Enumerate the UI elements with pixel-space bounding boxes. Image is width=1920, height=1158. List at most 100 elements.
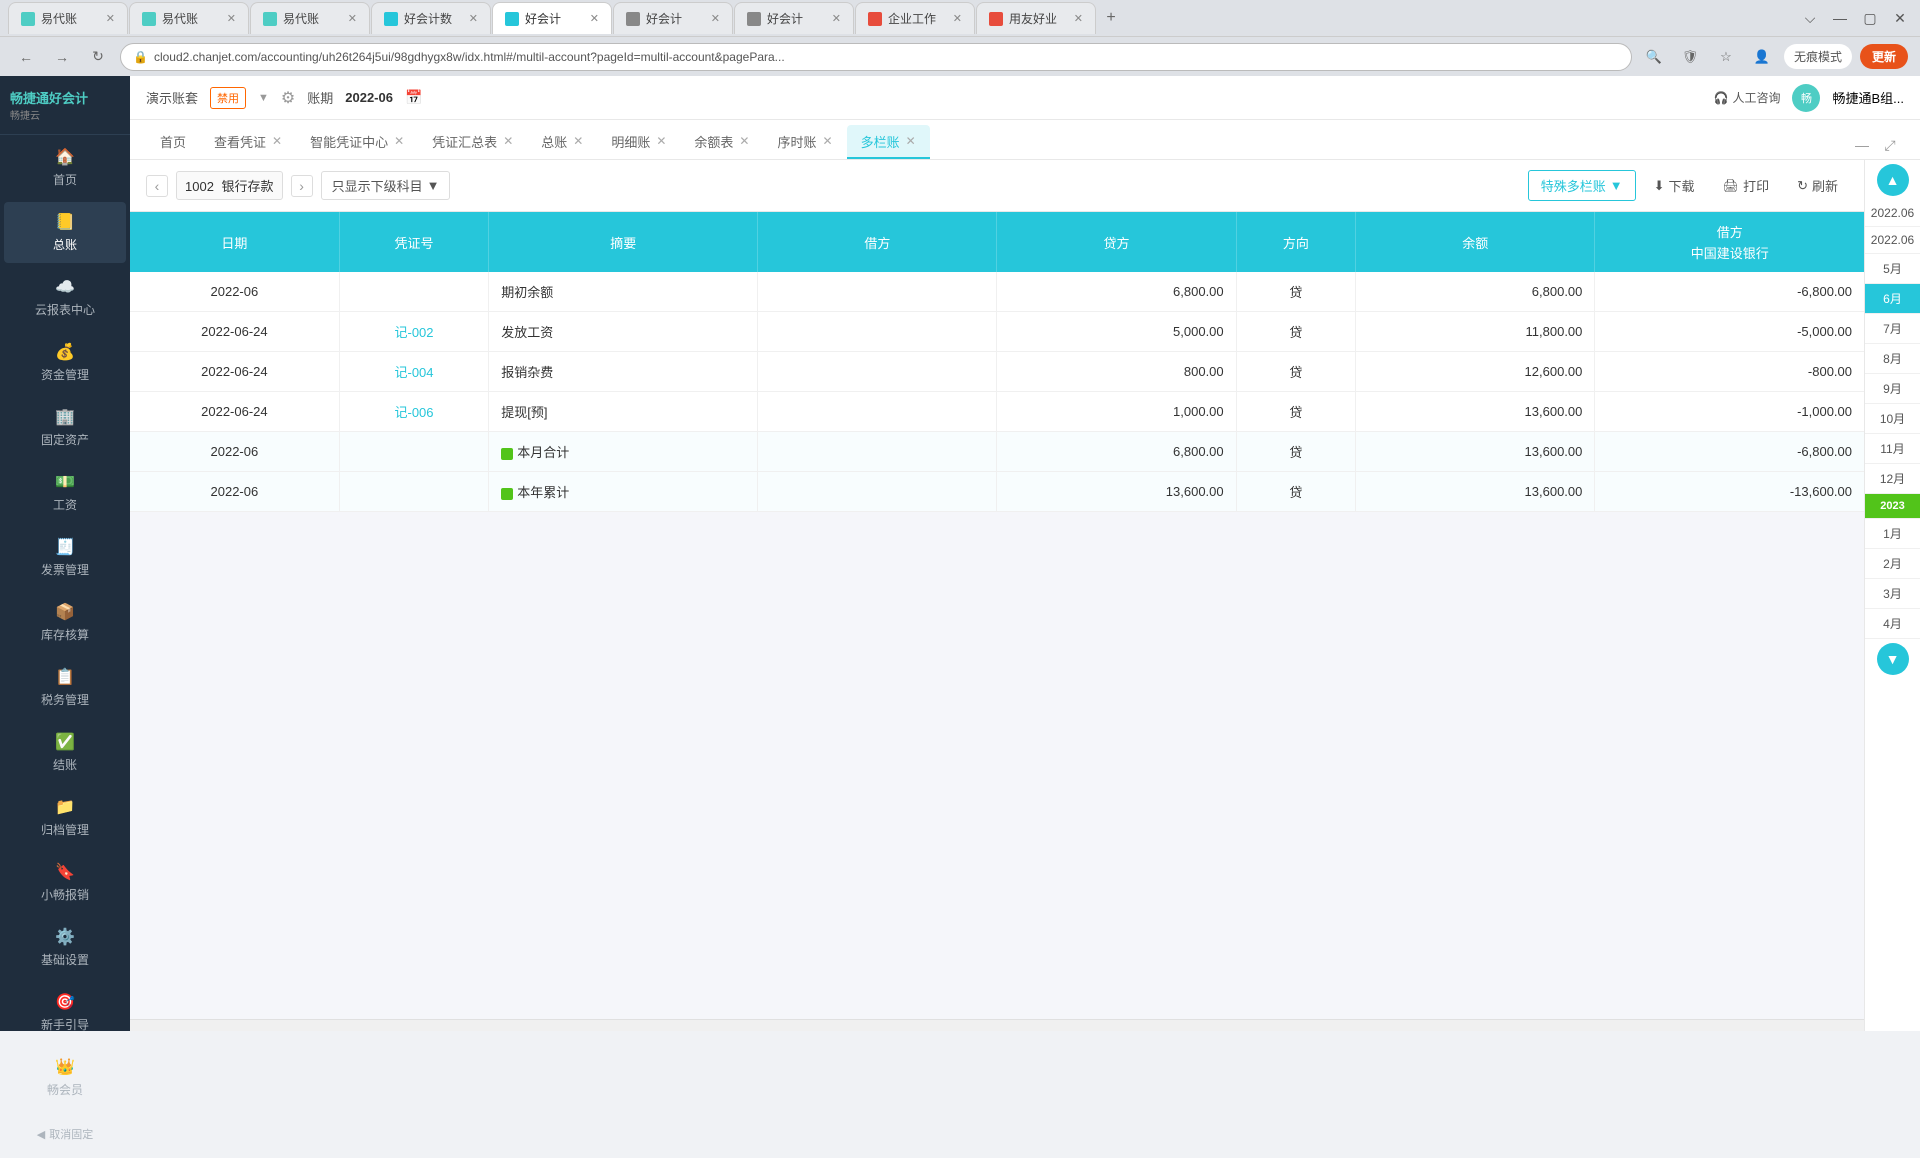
tab-6[interactable]: 好会计 ✕ xyxy=(613,2,733,34)
next-account-btn[interactable]: › xyxy=(291,175,313,197)
cal-month-9[interactable]: 9月 xyxy=(1865,374,1920,404)
shield-icon[interactable]: 🛡 xyxy=(1676,43,1704,71)
tab-close-7[interactable]: ✕ xyxy=(832,12,841,25)
forward-btn[interactable]: → xyxy=(48,43,76,71)
sidebar-item-fund[interactable]: 💰 资金管理 xyxy=(4,332,126,393)
calendar-down-btn[interactable]: ▼ xyxy=(1877,643,1909,675)
tab-voucher-summary[interactable]: 凭证汇总表 ✕ xyxy=(418,125,527,159)
tab-home[interactable]: 首页 xyxy=(146,125,200,159)
sidebar-item-assets[interactable]: 🏢 固定资产 xyxy=(4,397,126,458)
address-input[interactable]: 🔒 cloud2.chanjet.com/accounting/uh26t264… xyxy=(120,43,1632,71)
sidebar-item-ledger[interactable]: 📒 总账 xyxy=(4,202,126,263)
tab-view-voucher[interactable]: 查看凭证 ✕ xyxy=(200,125,296,159)
user-avatar[interactable]: 畅 xyxy=(1792,84,1820,112)
topbar-settings-icon[interactable]: ⚙ xyxy=(281,88,295,108)
cal-year-2023-badge[interactable]: 2023 xyxy=(1865,494,1920,519)
prev-account-btn[interactable]: ‹ xyxy=(146,175,168,197)
tab-close-5[interactable]: ✕ xyxy=(590,12,599,25)
close-browser-btn[interactable]: ✕ xyxy=(1888,6,1912,30)
sidebar-item-expense[interactable]: 🔖 小畅报销 xyxy=(4,852,126,913)
sidebar-item-cloud[interactable]: ☁️ 云报表中心 xyxy=(4,267,126,328)
cal-month-11[interactable]: 11月 xyxy=(1865,434,1920,464)
tab-close-9[interactable]: ✕ xyxy=(1074,12,1083,25)
refresh-ledger-btn[interactable]: ↻ 刷新 xyxy=(1787,171,1848,200)
cancel-pin-btn[interactable]: ◀ 取消固定 xyxy=(4,1118,126,1150)
cal-2023-month-3[interactable]: 3月 xyxy=(1865,579,1920,609)
sidebar-item-invoice[interactable]: 🧾 发票管理 xyxy=(4,527,126,588)
refresh-btn-browser[interactable]: ↻ xyxy=(84,43,112,71)
tab-detail-ledger[interactable]: 明细账 ✕ xyxy=(597,125,680,159)
cal-2022-06-top[interactable]: 2022.06 xyxy=(1865,200,1920,227)
filter-dropdown[interactable]: 只显示下级科目 ▼ xyxy=(321,171,451,200)
dropdown-arrow-icon[interactable]: ▼ xyxy=(258,92,269,104)
tab-sequence-ledger[interactable]: 序时账 ✕ xyxy=(763,125,846,159)
tab-close-4[interactable]: ✕ xyxy=(469,12,478,25)
cal-2023-month-2[interactable]: 2月 xyxy=(1865,549,1920,579)
tab-smart-voucher[interactable]: 智能凭证中心 ✕ xyxy=(296,125,418,159)
tab-close-8[interactable]: ✕ xyxy=(953,12,962,25)
tab-8[interactable]: 企业工作 ✕ xyxy=(855,2,975,34)
tab-close-1[interactable]: ✕ xyxy=(106,12,115,25)
tab-expand-icon[interactable]: ⤢ xyxy=(1876,131,1904,159)
tab-close-3[interactable]: ✕ xyxy=(348,12,357,25)
update-button[interactable]: 更新 xyxy=(1860,44,1908,69)
service-button[interactable]: 🎧 人工咨询 xyxy=(1714,89,1781,106)
sidebar-item-tax[interactable]: 📋 税务管理 xyxy=(4,657,126,718)
wuhen-button[interactable]: 无痕模式 xyxy=(1784,44,1852,69)
calendar-icon[interactable]: 📅 xyxy=(405,89,422,106)
tab-1[interactable]: 易代账 ✕ xyxy=(8,2,128,34)
cal-month-7[interactable]: 7月 xyxy=(1865,314,1920,344)
tab-list-btn[interactable]: ⌵ xyxy=(1798,6,1822,30)
demo-tag[interactable]: 禁用 xyxy=(210,87,246,109)
tab-minimize-icon[interactable]: — xyxy=(1848,131,1876,159)
download-btn[interactable]: ⬇ 下载 xyxy=(1644,171,1705,200)
sidebar-item-home[interactable]: 🏠 首页 xyxy=(4,137,126,198)
calendar-up-btn[interactable]: ▲ xyxy=(1877,164,1909,196)
cal-month-5[interactable]: 5月 xyxy=(1865,254,1920,284)
back-btn[interactable]: ← xyxy=(12,43,40,71)
tab-2[interactable]: 易代账 ✕ xyxy=(129,2,249,34)
sidebar-item-settings[interactable]: ⚙️ 基础设置 xyxy=(4,917,126,978)
period-value[interactable]: 2022-06 xyxy=(345,90,393,105)
tab-multi-col[interactable]: 多栏账 ✕ xyxy=(847,125,930,159)
cal-2022-06-2[interactable]: 2022.06 xyxy=(1865,227,1920,254)
tab-7[interactable]: 好会计 ✕ xyxy=(734,2,854,34)
cal-2023-month-4[interactable]: 4月 xyxy=(1865,609,1920,639)
sidebar-item-inventory[interactable]: 📦 库存核算 xyxy=(4,592,126,653)
tab-close-6[interactable]: ✕ xyxy=(711,12,720,25)
close-tab-sl[interactable]: ✕ xyxy=(823,134,833,148)
voucher-link-3[interactable]: 记-006 xyxy=(394,405,433,420)
close-tab-smart[interactable]: ✕ xyxy=(394,134,404,148)
sidebar-item-member[interactable]: 👑 畅会员 xyxy=(4,1047,126,1108)
cal-month-12[interactable]: 12月 xyxy=(1865,464,1920,494)
sidebar-item-archive[interactable]: 📁 归档管理 xyxy=(4,787,126,848)
profile-icon[interactable]: 👤 xyxy=(1748,43,1776,71)
tab-9[interactable]: 用友好业 ✕ xyxy=(976,2,1096,34)
cal-2023-month-1[interactable]: 1月 xyxy=(1865,519,1920,549)
close-tab-gl[interactable]: ✕ xyxy=(573,134,583,148)
sidebar-item-close[interactable]: ✅ 结账 xyxy=(4,722,126,783)
maximize-btn[interactable]: ▢ xyxy=(1858,6,1882,30)
voucher-link-2[interactable]: 记-004 xyxy=(394,365,433,380)
tab-balance-sheet[interactable]: 余额表 ✕ xyxy=(680,125,763,159)
tab-4[interactable]: 好会计数 ✕ xyxy=(371,2,491,34)
tab-close-2[interactable]: ✕ xyxy=(227,12,236,25)
horizontal-scrollbar[interactable] xyxy=(130,1019,1864,1031)
close-tab-dl[interactable]: ✕ xyxy=(656,134,666,148)
close-tab-vsummary[interactable]: ✕ xyxy=(503,134,513,148)
search-icon[interactable]: 🔍 xyxy=(1640,43,1668,71)
minimize-btn[interactable]: — xyxy=(1828,6,1852,30)
close-tab-view-voucher[interactable]: ✕ xyxy=(272,134,282,148)
new-tab-button[interactable]: + xyxy=(1097,4,1125,32)
star-icon[interactable]: ☆ xyxy=(1712,43,1740,71)
tab-5-active[interactable]: 好会计 ✕ xyxy=(492,2,612,34)
sidebar-item-salary[interactable]: 💵 工资 xyxy=(4,462,126,523)
print-btn[interactable]: 🖨 打印 xyxy=(1713,171,1780,200)
close-tab-bs[interactable]: ✕ xyxy=(739,134,749,148)
cal-month-6[interactable]: 6月 xyxy=(1865,284,1920,314)
close-tab-mc[interactable]: ✕ xyxy=(906,134,916,148)
voucher-link-1[interactable]: 记-002 xyxy=(394,325,433,340)
sidebar-item-guide[interactable]: 🎯 新手引导 xyxy=(4,982,126,1043)
tab-general-ledger[interactable]: 总账 ✕ xyxy=(527,125,597,159)
tab-3[interactable]: 易代账 ✕ xyxy=(250,2,370,34)
